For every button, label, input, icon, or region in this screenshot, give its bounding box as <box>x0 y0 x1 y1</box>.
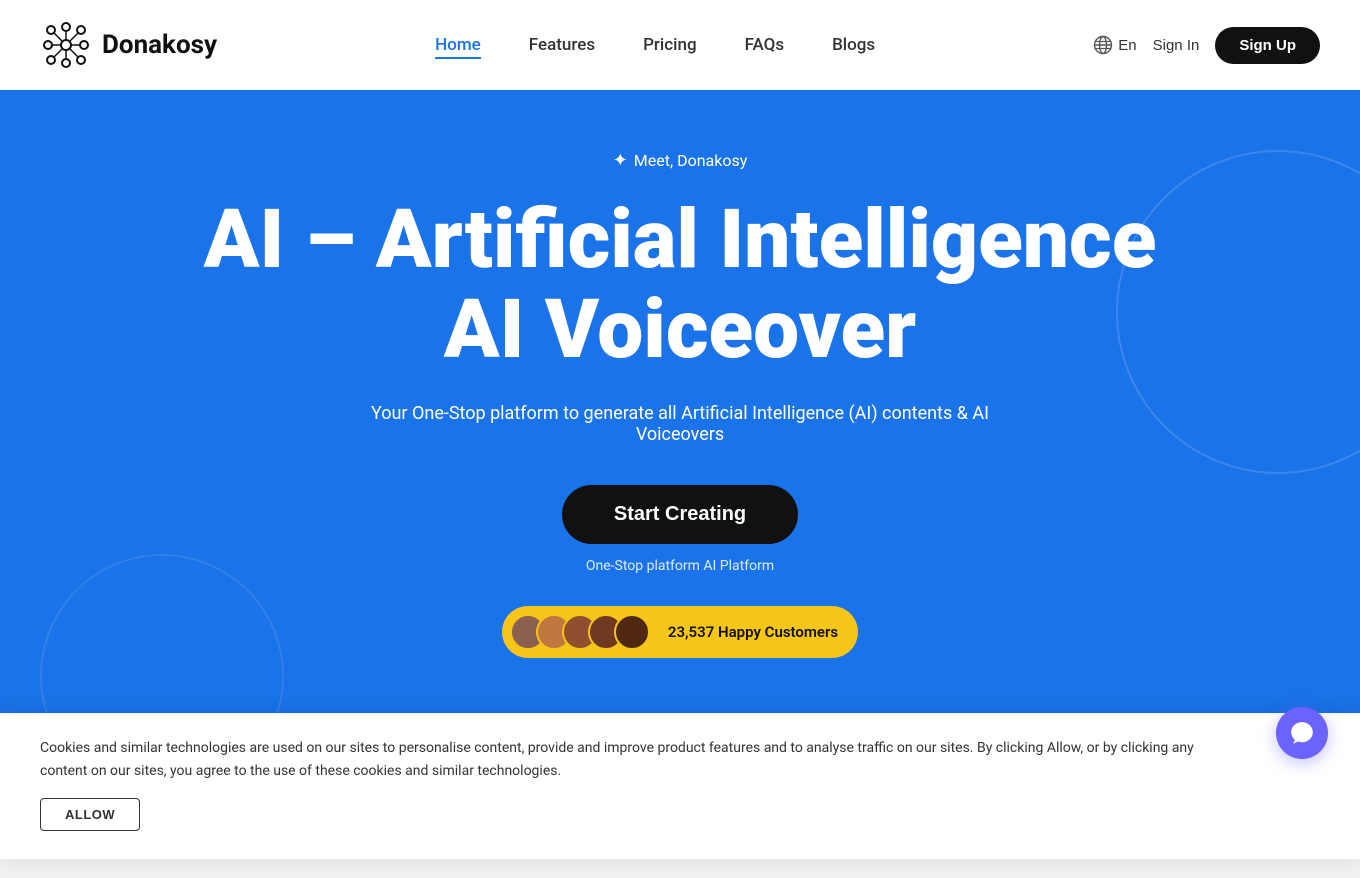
logo-icon <box>40 19 92 71</box>
nav-link-home[interactable]: Home <box>435 35 481 59</box>
nav-link-pricing[interactable]: Pricing <box>643 35 697 55</box>
nav-link-faqs[interactable]: FAQs <box>745 35 785 55</box>
nav-item-pricing[interactable]: Pricing <box>643 35 697 55</box>
chat-button[interactable] <box>1276 707 1328 759</box>
customers-badge: 23,537 Happy Customers <box>502 606 858 658</box>
avatars-group <box>510 614 650 650</box>
sign-in-button[interactable]: Sign In <box>1153 37 1200 54</box>
nav-link-features[interactable]: Features <box>529 35 595 55</box>
nav-item-faqs[interactable]: FAQs <box>745 35 785 55</box>
sparkle-icon: ✦ <box>613 150 628 171</box>
hero-subtitle: Your One-Stop platform to generate all A… <box>330 403 1030 445</box>
nav-item-features[interactable]: Features <box>529 35 595 55</box>
lang-label: En <box>1118 37 1136 54</box>
meet-label: Meet, Donakosy <box>634 151 748 170</box>
meet-badge: ✦ Meet, Donakosy <box>613 150 748 171</box>
platform-label: One-Stop platform AI Platform <box>586 558 774 574</box>
nav-item-home[interactable]: Home <box>435 35 481 55</box>
sign-up-button[interactable]: Sign Up <box>1215 27 1320 64</box>
brand-name: Donakosy <box>102 30 217 60</box>
hero-section: ✦ Meet, Donakosy AI – Artificial Intelli… <box>0 90 1360 738</box>
customers-count: 23,537 Happy Customers <box>668 623 838 641</box>
allow-button[interactable]: ALLOW <box>40 798 140 831</box>
nav-right: En Sign In Sign Up <box>1093 27 1320 64</box>
logo-area: Donakosy <box>40 19 217 71</box>
start-creating-button[interactable]: Start Creating <box>562 485 798 544</box>
hero-title-line2: AI Voiceover <box>444 282 916 378</box>
chat-icon <box>1289 720 1315 746</box>
hero-title: AI – Artificial Intelligence AI Voiceove… <box>204 195 1157 375</box>
language-button[interactable]: En <box>1093 35 1136 55</box>
cookie-banner: Cookies and similar technologies are use… <box>0 713 1360 859</box>
nav-link-blogs[interactable]: Blogs <box>832 35 875 55</box>
avatar <box>614 614 650 650</box>
nav-links: Home Features Pricing FAQs Blogs <box>435 35 875 55</box>
hero-title-line1: AI – Artificial Intelligence <box>204 192 1157 288</box>
navbar: Donakosy Home Features Pricing FAQs Blog… <box>0 0 1360 90</box>
cookie-text: Cookies and similar technologies are use… <box>40 737 1240 782</box>
nav-item-blogs[interactable]: Blogs <box>832 35 875 55</box>
globe-icon <box>1093 35 1113 55</box>
